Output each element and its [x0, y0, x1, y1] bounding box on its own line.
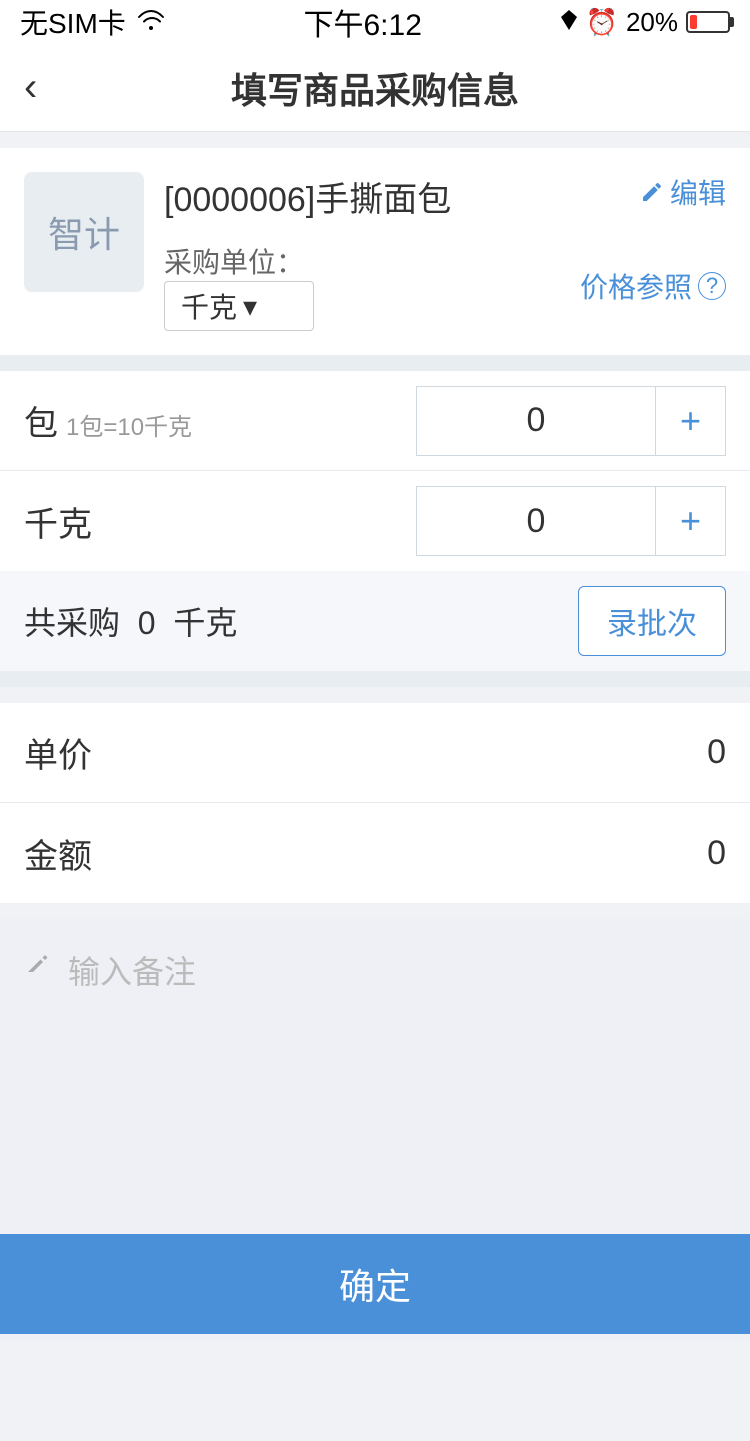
- unit-price-value: 0: [707, 733, 726, 772]
- nav-bar: ‹ 填写商品采购信息: [0, 44, 750, 132]
- location-icon: [560, 7, 578, 38]
- unit-label: 采购单位：: [164, 247, 304, 278]
- bag-input-row: 包1包=10千克 +: [0, 371, 750, 471]
- bag-plus-button[interactable]: +: [656, 386, 726, 456]
- unit-selector: 采购单位： 千克 ▾: [164, 241, 314, 331]
- battery-percent: 20%: [626, 7, 678, 38]
- status-time: 下午6:12: [303, 0, 421, 44]
- wifi-icon: [136, 6, 166, 38]
- total-text: 共采购 0 千克: [24, 598, 237, 644]
- help-icon: ?: [698, 272, 726, 300]
- bag-label: 包1包=10千克: [24, 396, 192, 445]
- battery-icon: [686, 11, 730, 33]
- product-card: 智计 [0000006]手撕面包 编辑 采购单位： 千克 ▾: [0, 148, 750, 355]
- unit-price-label: 单价: [24, 728, 92, 777]
- amount-value: 0: [707, 834, 726, 873]
- bag-quantity-input[interactable]: [416, 386, 656, 456]
- page-title: 填写商品采购信息: [231, 62, 519, 114]
- product-info: [0000006]手撕面包 编辑 采购单位： 千克 ▾ 价格: [164, 172, 726, 331]
- alarm-icon: ⏰: [586, 7, 618, 38]
- amount-label: 金额: [24, 829, 92, 878]
- purchase-unit-row: 采购单位： 千克 ▾ 价格参照 ?: [164, 241, 726, 331]
- kg-plus-button[interactable]: +: [656, 486, 726, 556]
- status-left: 无SIM卡: [20, 2, 166, 42]
- section-divider-2: [0, 671, 750, 687]
- status-right: ⏰ 20%: [560, 7, 730, 38]
- price-section: 单价 0 金额 0: [0, 703, 750, 903]
- unit-select-dropdown[interactable]: 千克 ▾: [164, 281, 314, 331]
- total-row: 共采购 0 千克 录批次: [0, 571, 750, 671]
- pencil-icon: [24, 952, 52, 988]
- status-bar: 无SIM卡 下午6:12 ⏰ 20%: [0, 0, 750, 44]
- unit-price-row: 单价 0: [0, 703, 750, 803]
- remarks-input[interactable]: 输入备注: [68, 947, 196, 993]
- product-image: 智计: [24, 172, 144, 292]
- confirm-button[interactable]: 确定: [0, 1234, 750, 1334]
- bag-sub-label: 1包=10千克: [66, 414, 192, 441]
- edit-button[interactable]: 编辑: [640, 172, 726, 212]
- carrier-text: 无SIM卡: [20, 2, 126, 42]
- chevron-down-icon: ▾: [243, 290, 257, 323]
- kg-input-row: 千克 +: [0, 471, 750, 571]
- quantity-section: 包1包=10千克 + 千克 +: [0, 371, 750, 571]
- back-button[interactable]: ‹: [24, 65, 37, 110]
- bag-input-right: +: [416, 386, 726, 456]
- batch-button[interactable]: 录批次: [578, 586, 726, 656]
- price-reference-button[interactable]: 价格参照 ?: [580, 266, 726, 306]
- product-name: [0000006]手撕面包: [164, 172, 451, 221]
- product-name-row: [0000006]手撕面包 编辑: [164, 172, 726, 221]
- amount-row: 金额 0: [0, 803, 750, 903]
- product-logo: 智计: [48, 206, 120, 258]
- remarks-section[interactable]: 输入备注: [0, 919, 750, 1021]
- section-divider-1: [0, 355, 750, 371]
- kg-input-right: +: [416, 486, 726, 556]
- kg-quantity-input[interactable]: [416, 486, 656, 556]
- kg-label: 千克: [24, 497, 92, 546]
